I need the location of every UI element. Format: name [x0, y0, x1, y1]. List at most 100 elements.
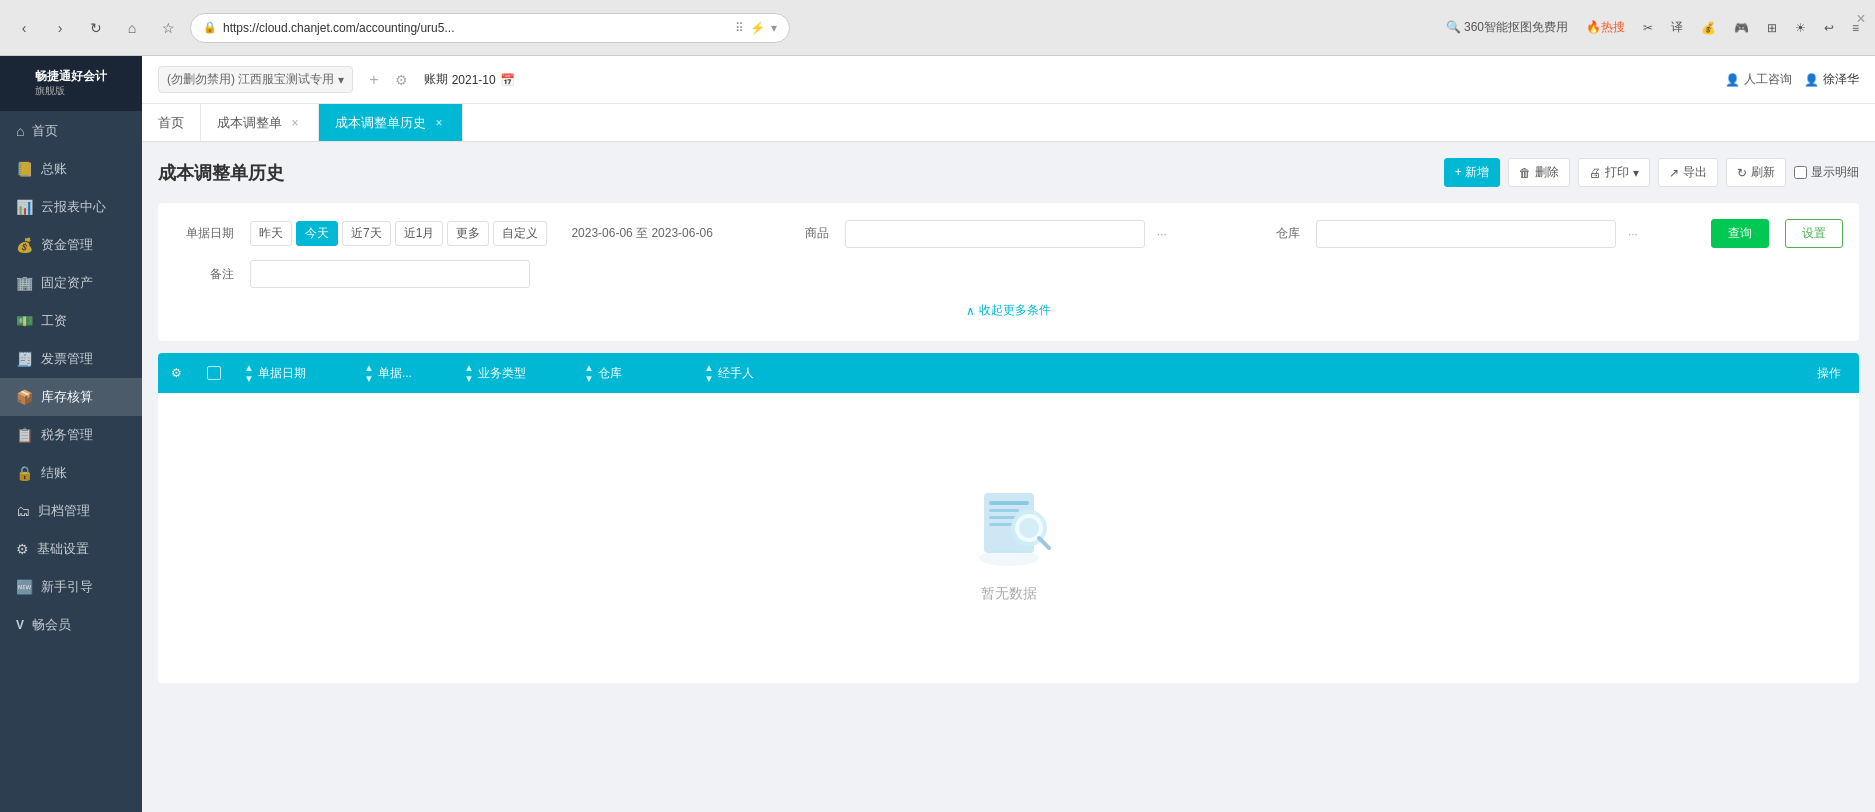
translate-tool[interactable]: 译	[1665, 17, 1689, 38]
th-handler[interactable]: ▲ ▼ 经手人	[694, 363, 814, 384]
filter-remark-row: 备注	[174, 260, 1843, 288]
svg-point-8	[1019, 518, 1039, 538]
tab-home[interactable]: 首页	[142, 104, 201, 142]
sort-icon-date: ▲ ▼	[244, 363, 254, 384]
calendar-icon[interactable]: 📅	[500, 73, 515, 87]
filter-date-row: 单据日期 昨天 今天 近7天 近1月 更多 自定义 2023-06-06 至 2…	[174, 219, 1843, 248]
add-company-btn[interactable]: +	[369, 71, 378, 89]
print-button[interactable]: 🖨 打印 ▾	[1578, 158, 1650, 187]
sort-icon-num: ▲ ▼	[364, 363, 374, 384]
sidebar-item-fixed-assets[interactable]: 🏢 固定资产	[0, 264, 142, 302]
th-settings[interactable]: ⚙	[158, 366, 194, 380]
th-checkbox[interactable]	[194, 366, 234, 380]
sidebar-item-capital[interactable]: 💰 资金管理	[0, 226, 142, 264]
warehouse-input[interactable]	[1316, 220, 1616, 248]
page-title: 成本调整单历史	[158, 161, 284, 185]
capital-icon: 💰	[16, 237, 33, 253]
star-button[interactable]: ☆	[154, 14, 182, 42]
sidebar-item-label: 总账	[41, 160, 67, 178]
service-btn[interactable]: 👤 人工咨询	[1725, 71, 1792, 88]
column-settings-icon: ⚙	[171, 366, 182, 380]
sidebar-item-guide[interactable]: 🆕 新手引导	[0, 568, 142, 606]
top-bar-right: 👤 人工咨询 👤 徐泽华	[1725, 71, 1859, 88]
sidebar-item-settings[interactable]: ⚙ 基础设置	[0, 530, 142, 568]
goods-more-btn[interactable]: ···	[1157, 227, 1167, 241]
date-btn-yesterday[interactable]: 昨天	[250, 221, 292, 246]
sidebar-item-member[interactable]: V 畅会员	[0, 606, 142, 644]
th-num[interactable]: ▲ ▼ 单据...	[354, 363, 454, 384]
search-tool[interactable]: 🔍 360智能抠图免费用	[1440, 17, 1574, 38]
tab-cost-adjust-close[interactable]: ×	[288, 116, 302, 130]
company-name: (勿删勿禁用) 江西服宝测试专用	[167, 71, 334, 88]
date-btn-1month[interactable]: 近1月	[395, 221, 444, 246]
undo-tool[interactable]: ↩	[1818, 19, 1840, 37]
delete-button[interactable]: 🗑 删除	[1508, 158, 1570, 187]
print-icon: 🖨	[1589, 166, 1601, 180]
date-btn-7days[interactable]: 近7天	[342, 221, 391, 246]
sidebar-item-label: 固定资产	[41, 274, 93, 292]
sidebar-item-label: 发票管理	[41, 350, 93, 368]
th-type[interactable]: ▲ ▼ 业务类型	[454, 363, 574, 384]
refresh-button[interactable]: ↻	[82, 14, 110, 42]
tab-cost-adjust-label: 成本调整单	[217, 114, 282, 132]
sidebar-item-reports[interactable]: 📊 云报表中心	[0, 188, 142, 226]
back-button[interactable]: ‹	[10, 14, 38, 42]
sidebar-item-inventory[interactable]: 📦 库存核算	[0, 378, 142, 416]
scissors-tool[interactable]: ✂	[1637, 19, 1659, 37]
warehouse-label: 仓库	[1240, 225, 1300, 242]
member-icon: V	[16, 618, 24, 632]
game-tool[interactable]: 🎮	[1728, 19, 1755, 37]
sort-icon-handler: ▲ ▼	[704, 363, 714, 384]
sidebar-item-label: 税务管理	[41, 426, 93, 444]
company-selector[interactable]: (勿删勿禁用) 江西服宝测试专用 ▾	[158, 66, 353, 93]
date-btn-today[interactable]: 今天	[296, 221, 338, 246]
sidebar-item-archive[interactable]: 🗂 归档管理	[0, 492, 142, 530]
user-profile[interactable]: 👤 徐泽华	[1804, 71, 1859, 88]
goods-input[interactable]	[845, 220, 1145, 248]
sidebar-item-label: 归档管理	[38, 502, 90, 520]
date-btn-more[interactable]: 更多	[447, 221, 489, 246]
date-btn-custom[interactable]: 自定义	[493, 221, 547, 246]
show-cols-checkbox[interactable]	[1794, 166, 1807, 179]
table-header: ⚙ ▲ ▼ 单据日期 ▲ ▼	[158, 353, 1859, 393]
remark-input[interactable]	[250, 260, 530, 288]
collapse-btn[interactable]: ∧ 收起更多条件	[960, 296, 1057, 325]
print-dropdown-icon: ▾	[1633, 166, 1639, 180]
forward-button[interactable]: ›	[46, 14, 74, 42]
wallet-tool[interactable]: 💰	[1695, 19, 1722, 37]
settings-gear-icon[interactable]: ⚙	[395, 72, 408, 88]
brightness-tool[interactable]: ☀	[1789, 19, 1812, 37]
reports-icon: 📊	[16, 199, 33, 215]
tab-cost-adjust-history[interactable]: 成本调整单历史 ×	[319, 104, 463, 142]
sidebar-item-payroll[interactable]: 💵 工资	[0, 302, 142, 340]
th-date[interactable]: ▲ ▼ 单据日期	[234, 363, 354, 384]
sidebar-item-home[interactable]: ⌂ 首页	[0, 112, 142, 150]
svg-line-9	[1039, 538, 1049, 548]
sidebar-item-tax[interactable]: 📋 税务管理	[0, 416, 142, 454]
query-button[interactable]: 查询	[1711, 219, 1769, 248]
settings-button[interactable]: 设置	[1785, 219, 1843, 248]
empty-illustration	[959, 473, 1059, 573]
sidebar-item-ledger[interactable]: 📒 总账	[0, 150, 142, 188]
app-tabs: 首页 成本调整单 × 成本调整单历史 × ×	[142, 104, 1875, 142]
address-bar[interactable]: 🔒 https://cloud.chanjet.com/accounting/u…	[190, 13, 790, 43]
sidebar-item-invoice[interactable]: 🧾 发票管理	[0, 340, 142, 378]
sidebar-item-label: 基础设置	[37, 540, 89, 558]
add-button[interactable]: + 新增	[1444, 158, 1500, 187]
export-button[interactable]: ↗ 导出	[1658, 158, 1718, 187]
table-container: ⚙ ▲ ▼ 单据日期 ▲ ▼	[158, 353, 1859, 683]
warehouse-more-btn[interactable]: ···	[1628, 227, 1638, 241]
tab-cost-adjust-history-close[interactable]: ×	[432, 116, 446, 130]
sidebar-item-label: 资金管理	[41, 236, 93, 254]
svg-rect-3	[989, 509, 1019, 512]
select-all-checkbox[interactable]	[207, 366, 221, 380]
th-warehouse[interactable]: ▲ ▼ 仓库	[574, 363, 694, 384]
home-button[interactable]: ⌂	[118, 14, 146, 42]
tab-cost-adjust[interactable]: 成本调整单 ×	[201, 104, 319, 142]
grid-tool[interactable]: ⊞	[1761, 19, 1783, 37]
hot-search[interactable]: 🔥热搜	[1580, 17, 1631, 38]
sidebar-item-closing[interactable]: 🔒 结账	[0, 454, 142, 492]
sidebar-item-label: 结账	[41, 464, 67, 482]
refresh-button[interactable]: ↻ 刷新	[1726, 158, 1786, 187]
show-cols-toggle[interactable]: 显示明细	[1794, 164, 1859, 181]
